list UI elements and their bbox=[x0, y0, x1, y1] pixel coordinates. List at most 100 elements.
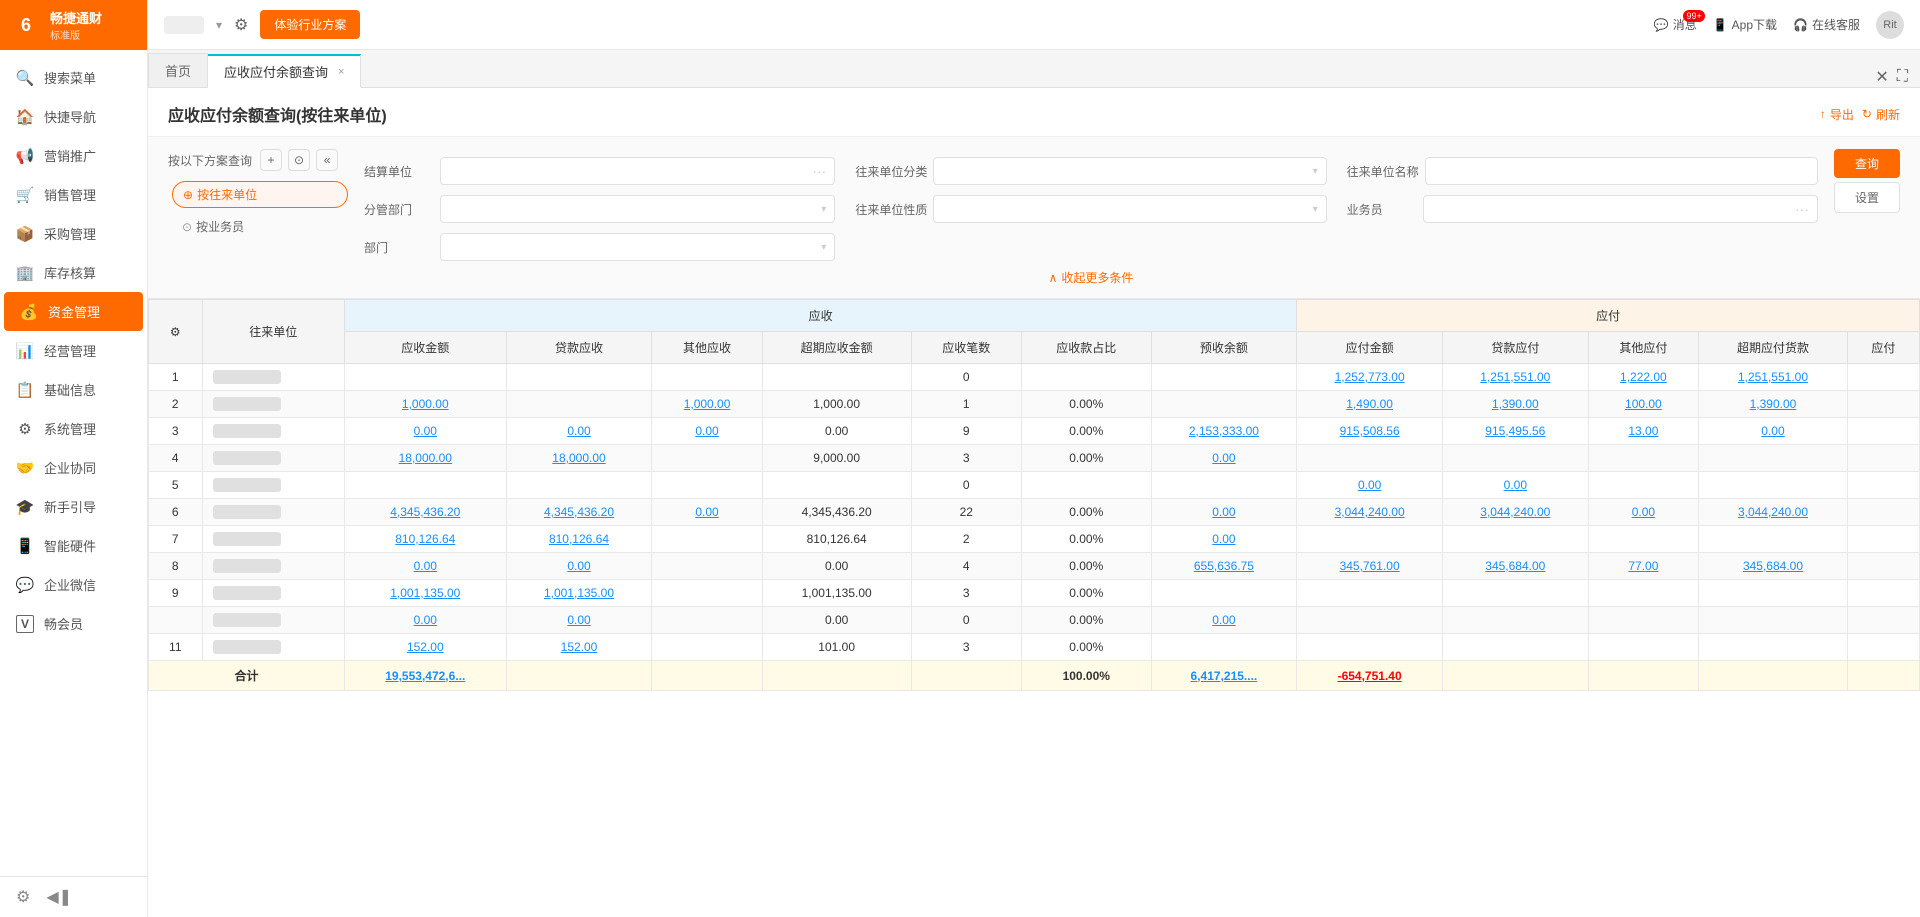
table-cell[interactable]: 0.00 bbox=[1297, 472, 1443, 499]
sidebar-item-purchase[interactable]: 📦 采购管理 bbox=[0, 214, 147, 253]
table-cell[interactable]: 0.00 bbox=[1442, 472, 1588, 499]
filter-collapse-btn[interactable]: ∧ 收起更多条件 bbox=[364, 269, 1818, 286]
table-cell[interactable]: 1,490.00 bbox=[1297, 391, 1443, 418]
customer-service-btn[interactable]: 🎧 在线客服 bbox=[1793, 16, 1860, 33]
query-button[interactable]: 查询 bbox=[1834, 149, 1900, 178]
table-cell[interactable]: 0.00 bbox=[344, 418, 506, 445]
table-cell[interactable]: 0.00 bbox=[1151, 445, 1297, 472]
total-ar-prepaid[interactable]: 6,417,215.... bbox=[1151, 661, 1297, 691]
sidebar-item-basic-info[interactable]: 📋 基础信息 bbox=[0, 370, 147, 409]
table-cell[interactable]: 1,001,135.00 bbox=[506, 580, 652, 607]
breadcrumb-dropdown-icon[interactable]: ▾ bbox=[216, 18, 222, 32]
sidebar-item-sales[interactable]: 🛒 销售管理 bbox=[0, 175, 147, 214]
dept-manager-input[interactable]: ▾ bbox=[440, 195, 835, 223]
table-cell[interactable]: 345,684.00 bbox=[1442, 553, 1588, 580]
collapse-scheme-btn[interactable]: « bbox=[316, 149, 338, 171]
collapse-icon[interactable]: ◀❚ bbox=[46, 887, 72, 907]
sidebar-item-smart-hw[interactable]: 📱 智能硬件 bbox=[0, 526, 147, 565]
table-cell[interactable]: 1,001,135.00 bbox=[344, 580, 506, 607]
tab-home[interactable]: 首页 bbox=[148, 53, 208, 87]
table-cell[interactable]: 0.00 bbox=[344, 607, 506, 634]
sidebar-item-marketing[interactable]: 📢 营销推广 bbox=[0, 136, 147, 175]
salesperson-label: 业务员 bbox=[1347, 201, 1417, 218]
table-cell[interactable]: 100.00 bbox=[1588, 391, 1698, 418]
refresh-button[interactable]: ↻ 刷新 bbox=[1862, 106, 1900, 123]
target-scheme-btn[interactable]: ⊙ bbox=[288, 149, 310, 171]
table-settings-icon[interactable]: ⚙ bbox=[170, 325, 181, 339]
table-cell[interactable]: 13.00 bbox=[1588, 418, 1698, 445]
filter-option-salesperson[interactable]: ⊙ 按业务员 bbox=[172, 214, 348, 239]
sidebar-item-vip[interactable]: V 畅会员 bbox=[0, 604, 147, 643]
table-cell[interactable]: 1,390.00 bbox=[1699, 391, 1848, 418]
table-cell[interactable]: 18,000.00 bbox=[344, 445, 506, 472]
total-ap-amount[interactable]: -654,751.40 bbox=[1297, 661, 1443, 691]
sidebar-item-quick-nav[interactable]: 🏠 快捷导航 bbox=[0, 97, 147, 136]
table-cell[interactable]: 0.00 bbox=[1588, 499, 1698, 526]
table-cell[interactable]: 3,044,240.00 bbox=[1442, 499, 1588, 526]
table-cell[interactable]: 2,153,333.00 bbox=[1151, 418, 1297, 445]
tab-close-icon[interactable]: × bbox=[338, 66, 344, 78]
sidebar-item-enterprise-wechat[interactable]: 💬 企业微信 bbox=[0, 565, 147, 604]
table-cell[interactable]: 0.00 bbox=[652, 418, 762, 445]
table-cell[interactable]: 1,000.00 bbox=[652, 391, 762, 418]
table-cell[interactable]: 1,000.00 bbox=[344, 391, 506, 418]
table-cell[interactable]: 4,345,436.20 bbox=[506, 499, 652, 526]
table-cell[interactable]: 0.00 bbox=[506, 553, 652, 580]
table-cell[interactable]: 0.00 bbox=[1151, 499, 1297, 526]
salesperson-input[interactable]: ··· bbox=[1423, 195, 1818, 223]
table-cell[interactable]: 915,495.56 bbox=[1442, 418, 1588, 445]
notifications-btn[interactable]: 💬 消息 99+ bbox=[1654, 16, 1697, 33]
app-download-btn[interactable]: 📱 App下载 bbox=[1713, 16, 1777, 33]
tab-close-window-icon[interactable]: ✕ bbox=[1875, 67, 1888, 87]
tab-ar-ap-query[interactable]: 应收应付余额查询 × bbox=[208, 54, 361, 88]
table-cell[interactable]: 3,044,240.00 bbox=[1297, 499, 1443, 526]
table-cell[interactable]: 345,761.00 bbox=[1297, 553, 1443, 580]
table-cell[interactable]: 152.00 bbox=[506, 634, 652, 661]
user-avatar[interactable]: Rit bbox=[1876, 11, 1904, 39]
partner-category-input[interactable]: ▾ bbox=[933, 157, 1326, 185]
partner-name-input[interactable] bbox=[1425, 157, 1818, 185]
partner-nature-input[interactable]: ▾ bbox=[933, 195, 1326, 223]
table-cell[interactable]: 18,000.00 bbox=[506, 445, 652, 472]
sidebar-item-newbie[interactable]: 🎓 新手引导 bbox=[0, 487, 147, 526]
sidebar-item-funds[interactable]: 💰 资金管理 bbox=[4, 292, 143, 331]
col-settings-header[interactable]: ⚙ bbox=[149, 300, 203, 364]
table-cell[interactable]: 1,251,551.00 bbox=[1442, 364, 1588, 391]
add-scheme-btn[interactable]: + bbox=[260, 149, 282, 171]
table-cell[interactable]: 345,684.00 bbox=[1699, 553, 1848, 580]
table-cell[interactable]: 1,252,773.00 bbox=[1297, 364, 1443, 391]
sidebar-item-search-menu[interactable]: 🔍 搜索菜单 bbox=[0, 58, 147, 97]
sidebar-item-enterprise[interactable]: 🤝 企业协同 bbox=[0, 448, 147, 487]
total-ar-amount[interactable]: 19,553,472,6... bbox=[344, 661, 506, 691]
table-cell[interactable]: 0.00 bbox=[506, 607, 652, 634]
table-cell[interactable]: 0.00 bbox=[1151, 526, 1297, 553]
topbar-gear-icon[interactable]: ⚙ bbox=[234, 15, 248, 35]
table-cell[interactable]: 0.00 bbox=[1699, 418, 1848, 445]
table-cell[interactable]: 0.00 bbox=[344, 553, 506, 580]
table-cell[interactable]: 1,390.00 bbox=[1442, 391, 1588, 418]
table-cell[interactable]: 915,508.56 bbox=[1297, 418, 1443, 445]
sidebar-item-system[interactable]: ⚙ 系统管理 bbox=[0, 409, 147, 448]
table-cell[interactable]: 77.00 bbox=[1588, 553, 1698, 580]
settings-button[interactable]: 设置 bbox=[1834, 182, 1900, 213]
solution-button[interactable]: 体验行业方案 bbox=[260, 10, 360, 39]
sidebar-item-operations[interactable]: 📊 经营管理 bbox=[0, 331, 147, 370]
settlement-unit-input[interactable]: ··· bbox=[440, 157, 835, 185]
filter-option-partner[interactable]: ⊕ 按往来单位 bbox=[172, 181, 348, 208]
table-cell[interactable]: 4,345,436.20 bbox=[344, 499, 506, 526]
tab-expand-icon[interactable]: ⛶ bbox=[1897, 68, 1908, 86]
export-button[interactable]: ↑ 导出 bbox=[1820, 106, 1854, 123]
table-cell[interactable]: 152.00 bbox=[344, 634, 506, 661]
table-cell[interactable]: 655,636.75 bbox=[1151, 553, 1297, 580]
table-cell[interactable]: 0.00 bbox=[652, 499, 762, 526]
table-cell[interactable]: 810,126.64 bbox=[344, 526, 506, 553]
table-cell[interactable]: 1,251,551.00 bbox=[1699, 364, 1848, 391]
table-cell[interactable]: 1,222.00 bbox=[1588, 364, 1698, 391]
table-cell[interactable]: 0.00 bbox=[506, 418, 652, 445]
settings-footer-icon[interactable]: ⚙ bbox=[16, 887, 30, 907]
table-cell[interactable]: 810,126.64 bbox=[506, 526, 652, 553]
table-cell[interactable]: 3,044,240.00 bbox=[1699, 499, 1848, 526]
department-input[interactable]: ▾ bbox=[440, 233, 835, 261]
sidebar-item-inventory[interactable]: 🏢 库存核算 bbox=[0, 253, 147, 292]
table-cell[interactable]: 0.00 bbox=[1151, 607, 1297, 634]
